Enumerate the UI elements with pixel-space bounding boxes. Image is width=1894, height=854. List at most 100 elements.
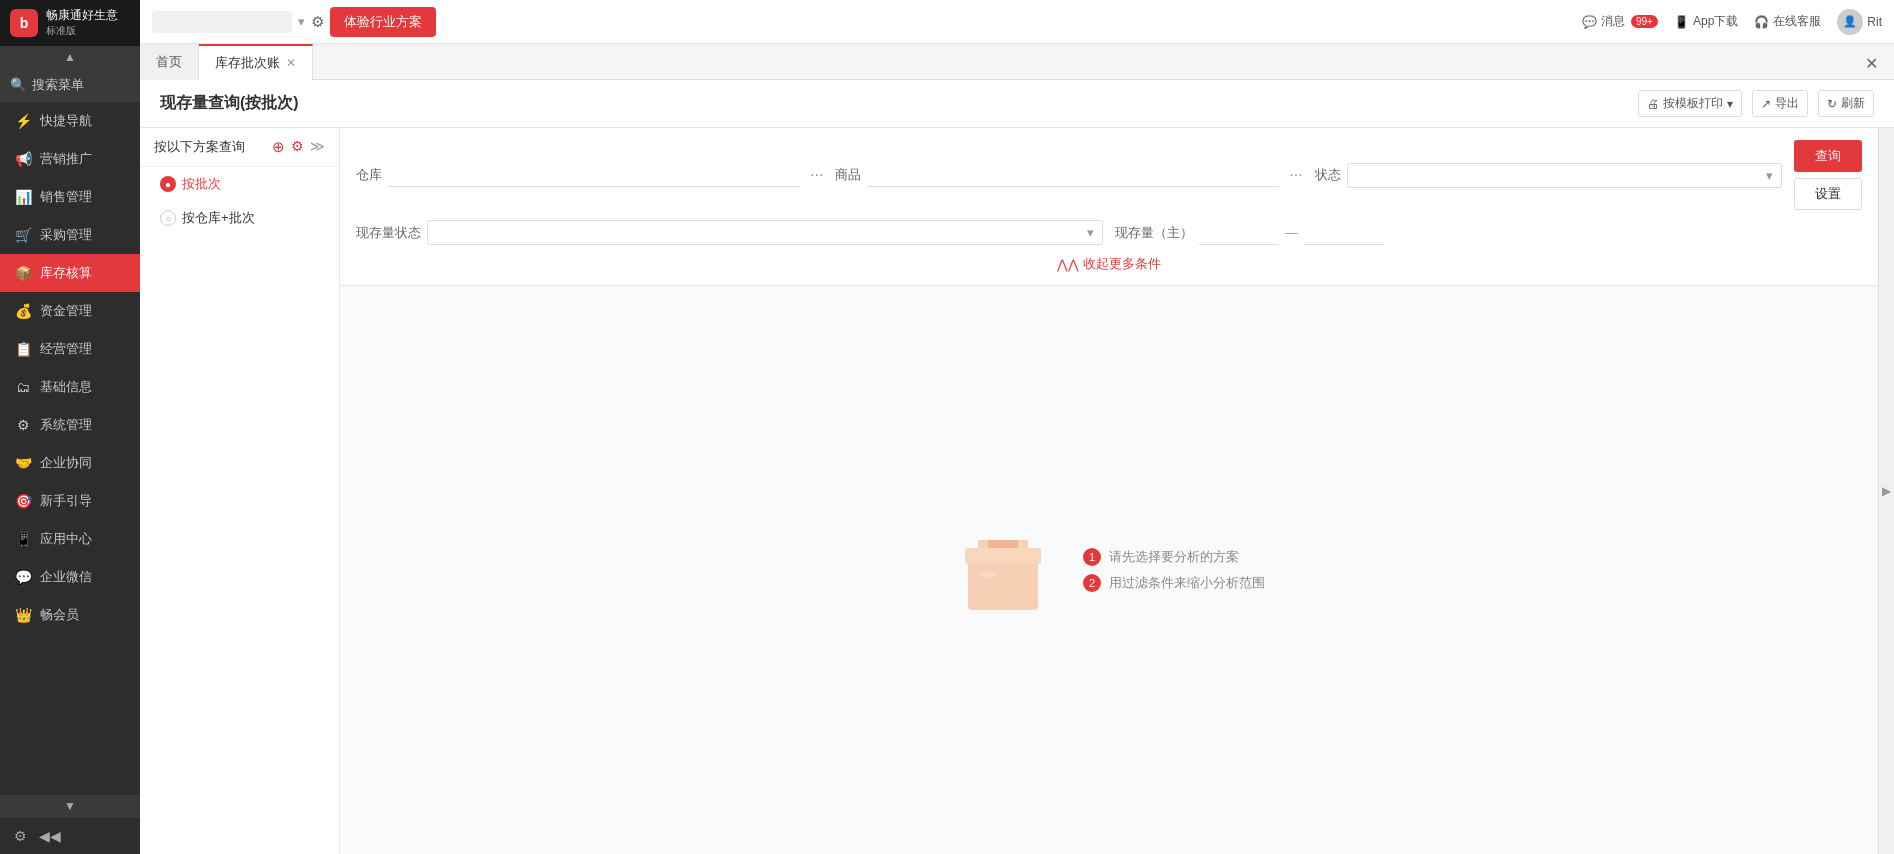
sidebar-item-label: 新手引导 (40, 492, 92, 510)
status-select[interactable]: ▾ (1347, 163, 1782, 188)
filter-actions: 查询 设置 (1794, 140, 1862, 210)
purchase-icon: 🛒 (14, 226, 32, 244)
settings-btn[interactable]: 设置 (1794, 178, 1862, 210)
sidebar-item-label: 系统管理 (40, 416, 92, 434)
warehouse-input[interactable] (388, 163, 800, 187)
sidebar-scroll-down[interactable]: ▼ (0, 795, 140, 817)
company-name: 畅康通好生意 (46, 8, 118, 24)
page-header: 现存量查询(按批次) 🖨 按模板打印 ▾ ↗ 导出 ↻ 刷新 (140, 80, 1894, 128)
topbar-search-input[interactable] (152, 11, 292, 33)
plan-warehouse-batch-label: 按仓库+批次 (182, 209, 255, 227)
app-download-label: App下载 (1693, 13, 1738, 30)
sidebar-item-sales[interactable]: 📊 销售管理 (0, 178, 140, 216)
trial-btn[interactable]: 体验行业方案 (330, 7, 436, 37)
goods-filter-group: 商品 ··· (835, 163, 1302, 187)
tab-home-label: 首页 (156, 53, 182, 71)
stock-qty-max-input[interactable] (1304, 221, 1384, 245)
sidebar-item-enterprise[interactable]: 🤝 企业协同 (0, 444, 140, 482)
sidebar-item-label: 企业协同 (40, 454, 92, 472)
sidebar-scroll-up[interactable]: ▲ (0, 46, 140, 68)
stock-status-select[interactable]: ▾ (427, 220, 1103, 245)
collapse-left-panel-icon[interactable]: ≫ (310, 138, 325, 156)
empty-tip-2: 2 用过滤条件来缩小分析范围 (1083, 574, 1265, 592)
user-avatar: 👤 (1837, 9, 1863, 35)
collapse-conditions-btn[interactable]: ⋀⋀ 收起更多条件 (356, 255, 1862, 273)
sidebar-item-quick-nav[interactable]: ⚡ 快捷导航 (0, 102, 140, 140)
empty-content: 1 请先选择要分析的方案 2 用过滤条件来缩小分析范围 (953, 520, 1265, 620)
sidebar-item-label: 销售管理 (40, 188, 92, 206)
add-plan-icon[interactable]: ⊕ (272, 138, 285, 156)
sidebar-item-marketing[interactable]: 📢 营销推广 (0, 140, 140, 178)
sidebar-item-appstore[interactable]: 📱 应用中心 (0, 520, 140, 558)
sidebar-item-label: 应用中心 (40, 530, 92, 548)
right-edge-bar[interactable]: ▶ (1878, 128, 1894, 854)
app-download-action[interactable]: 📱 App下载 (1674, 13, 1738, 30)
collapse-label: 收起更多条件 (1083, 255, 1161, 273)
filter-area: 仓库 ··· 商品 ··· 状态 ▾ (340, 128, 1878, 286)
settings-icon[interactable]: ⚙ (14, 828, 27, 844)
main-area: ▾ ⚙ 体验行业方案 💬 消息 99+ 📱 App下载 🎧 在线客服 👤 (140, 0, 1894, 854)
status-filter-group: 状态 ▾ (1315, 163, 1782, 188)
sidebar-item-newbie[interactable]: 🎯 新手引导 (0, 482, 140, 520)
empty-state: 1 请先选择要分析的方案 2 用过滤条件来缩小分析范围 (340, 286, 1878, 854)
sidebar-item-purchase[interactable]: 🛒 采购管理 (0, 216, 140, 254)
stock-qty-min-input[interactable] (1199, 221, 1279, 245)
topbar-gear-icon[interactable]: ⚙ (311, 13, 324, 31)
export-icon: ↗ (1761, 97, 1771, 111)
template-print-arrow: ▾ (1727, 97, 1733, 111)
right-edge-arrow-icon: ▶ (1882, 484, 1891, 498)
sidebar-item-finance[interactable]: 💰 资金管理 (0, 292, 140, 330)
tab-close-main-icon[interactable]: ✕ (1865, 54, 1878, 73)
enterprise-icon: 🤝 (14, 454, 32, 472)
goods-more-icon[interactable]: ··· (1289, 166, 1302, 184)
status-select-arrow: ▾ (1766, 168, 1773, 183)
tip-text-2: 用过滤条件来缩小分析范围 (1109, 574, 1265, 592)
user-profile[interactable]: 👤 Rit (1837, 9, 1882, 35)
query-btn[interactable]: 查询 (1794, 140, 1862, 172)
system-icon: ⚙ (14, 416, 32, 434)
empty-tip-1: 1 请先选择要分析的方案 (1083, 548, 1265, 566)
plan-item-warehouse-batch[interactable]: ○ 按仓库+批次 (140, 201, 339, 235)
wechat-icon: 💬 (14, 568, 32, 586)
plan-item-batch[interactable]: ● 按批次 (140, 167, 339, 201)
refresh-icon: ↻ (1827, 97, 1837, 111)
sidebar-item-label: 基础信息 (40, 378, 92, 396)
left-panel-title: 按以下方案查询 (154, 138, 245, 156)
marketing-icon: 📢 (14, 150, 32, 168)
empty-illustration (953, 520, 1053, 620)
search-label: 搜索菜单 (32, 76, 84, 94)
sidebar-item-system[interactable]: ⚙ 系统管理 (0, 406, 140, 444)
messages-action[interactable]: 💬 消息 99+ (1582, 13, 1658, 30)
sidebar-item-member[interactable]: 👑 畅会员 (0, 596, 140, 634)
sidebar-header: b 畅康通好生意 标准版 (0, 0, 140, 46)
sidebar-item-label: 畅会员 (40, 606, 79, 624)
warehouse-more-icon[interactable]: ··· (810, 166, 823, 184)
left-panel-actions: ⊕ ⚙ ≫ (272, 138, 325, 156)
messages-label: 消息 (1601, 13, 1625, 30)
topbar-dropdown-arrow[interactable]: ▾ (298, 14, 305, 29)
stock-qty-dash: — (1285, 225, 1298, 240)
sidebar-item-basic[interactable]: 🗂 基础信息 (0, 368, 140, 406)
tabs-bar: 首页 库存批次账 ✕ ✕ (140, 44, 1894, 80)
online-service-action[interactable]: 🎧 在线客服 (1754, 13, 1821, 30)
plan-dot-inactive: ○ (160, 210, 176, 226)
sidebar-item-operation[interactable]: 📋 经营管理 (0, 330, 140, 368)
export-btn[interactable]: ↗ 导出 (1752, 90, 1808, 117)
collapse-sidebar-icon[interactable]: ◀◀ (39, 828, 61, 844)
sidebar-search[interactable]: 🔍 搜索菜单 (0, 68, 140, 102)
template-print-btn[interactable]: 🖨 按模板打印 ▾ (1638, 90, 1742, 117)
svg-rect-2 (988, 540, 1018, 548)
settings-plan-icon[interactable]: ⚙ (291, 138, 304, 156)
sidebar-item-inventory[interactable]: 📦 库存核算 (0, 254, 140, 292)
tab-close-icon[interactable]: ✕ (286, 56, 296, 70)
refresh-btn[interactable]: ↻ 刷新 (1818, 90, 1874, 117)
tab-home[interactable]: 首页 (140, 44, 199, 80)
sidebar-item-label: 采购管理 (40, 226, 92, 244)
member-icon: 👑 (14, 606, 32, 624)
tab-inventory-batch-label: 库存批次账 (215, 54, 280, 72)
sidebar-item-wechat[interactable]: 💬 企业微信 (0, 558, 140, 596)
stock-qty-label: 现存量（主） (1115, 224, 1193, 242)
tab-inventory-batch[interactable]: 库存批次账 ✕ (199, 44, 313, 80)
tip-text-1: 请先选择要分析的方案 (1109, 548, 1239, 566)
goods-input[interactable] (867, 163, 1279, 187)
